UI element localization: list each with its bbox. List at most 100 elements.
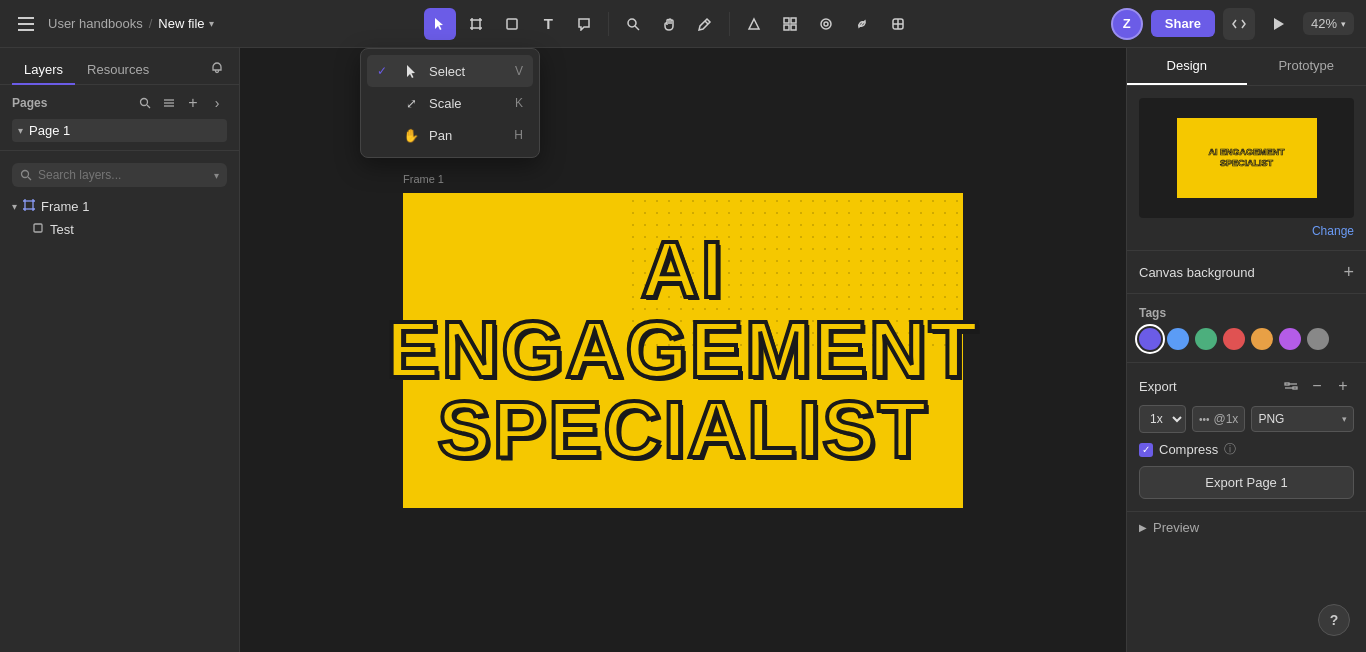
zoom-value: 42% — [1311, 16, 1337, 31]
preview-text-line1: AI ENGAGEMENT — [1208, 147, 1284, 158]
tab-design[interactable]: Design — [1127, 48, 1247, 85]
layer-test-label: Test — [50, 222, 74, 237]
tab-layers[interactable]: Layers — [12, 56, 75, 85]
list-view-btn[interactable] — [159, 93, 179, 113]
code-view-btn[interactable] — [1223, 8, 1255, 40]
canvas-frame[interactable]: AI ENGAGEMENT SPECIALIST — [403, 193, 963, 508]
zoom-control[interactable]: 42% ▾ — [1303, 12, 1354, 35]
pen-tool-btn[interactable] — [689, 8, 721, 40]
comment-tool-btn[interactable] — [568, 8, 600, 40]
notify-btn[interactable] — [207, 58, 227, 78]
layer-test[interactable]: Test — [0, 218, 239, 241]
rect-tool-btn[interactable] — [496, 8, 528, 40]
tags-section: Tags — [1127, 294, 1366, 363]
svg-marker-14 — [749, 19, 759, 29]
export-add-btn[interactable]: + — [1332, 375, 1354, 397]
compress-checkbox[interactable]: ✓ — [1139, 443, 1153, 457]
text-tool-btn[interactable]: T — [532, 8, 564, 40]
breadcrumb-current[interactable]: New file ▾ — [158, 16, 213, 31]
link-tool-btn[interactable] — [846, 8, 878, 40]
tag-color-violet[interactable] — [1279, 328, 1301, 350]
frame-icon — [23, 199, 35, 214]
tag-color-green[interactable] — [1195, 328, 1217, 350]
pan-label: Pan — [429, 128, 504, 143]
svg-line-26 — [147, 105, 150, 108]
file-name-label: New file — [158, 16, 204, 31]
breadcrumb-parent[interactable]: User handbooks — [48, 16, 143, 31]
export-format-chevron: ▾ — [1342, 414, 1347, 424]
left-panel-tabs: Layers Resources — [0, 48, 239, 85]
canvas-bg-add-btn[interactable]: + — [1343, 263, 1354, 281]
layer-frame1[interactable]: ▾ Frame 1 — [0, 195, 239, 218]
tag-color-blue[interactable] — [1167, 328, 1189, 350]
top-bar-right: Z Share 42% ▾ — [1099, 8, 1366, 40]
hand-tool-btn[interactable] — [653, 8, 685, 40]
check-icon: ✓ — [377, 64, 393, 78]
export-at-btn[interactable]: ••• @1x — [1192, 406, 1245, 432]
export-page-btn[interactable]: Export Page 1 — [1139, 466, 1354, 499]
canvas-preview: AI ENGAGEMENT SPECIALIST — [1139, 98, 1354, 218]
svg-point-30 — [22, 171, 29, 178]
svg-rect-41 — [34, 224, 42, 232]
help-button[interactable]: ? — [1318, 604, 1350, 636]
select-tool-btn[interactable] — [424, 8, 456, 40]
hamburger-menu[interactable] — [12, 10, 40, 38]
svg-rect-1 — [472, 20, 480, 28]
canvas-bg-header: Canvas background + — [1139, 263, 1354, 281]
component-icon — [32, 222, 44, 237]
export-header: Export − + — [1139, 375, 1354, 397]
compress-info-icon[interactable]: ⓘ — [1224, 441, 1236, 458]
pages-title: Pages — [12, 96, 47, 110]
dropdown-menu: ✓ Select V ⤢ Scale K ✋ Pan H — [360, 48, 540, 158]
toolbar-divider-1 — [608, 12, 609, 36]
export-controls: − + — [1280, 375, 1354, 397]
export-remove-btn[interactable]: − — [1306, 375, 1328, 397]
search-options-btn[interactable]: ▾ — [214, 170, 219, 181]
dropdown-item-pan[interactable]: ✋ Pan H — [367, 119, 533, 151]
shapes-tool-btn[interactable] — [738, 8, 770, 40]
right-panel-tabs: Design Prototype — [1127, 48, 1366, 86]
compress-label: Compress — [1159, 442, 1218, 457]
tag-color-purple[interactable] — [1139, 328, 1161, 350]
page-item-1[interactable]: ▾ Page 1 — [12, 119, 227, 142]
search-pages-btn[interactable] — [135, 93, 155, 113]
transform-tool-btn[interactable] — [774, 8, 806, 40]
mask-tool-btn[interactable] — [882, 8, 914, 40]
component-tool-btn[interactable] — [810, 8, 842, 40]
canvas-preview-section: AI ENGAGEMENT SPECIALIST Change — [1127, 86, 1366, 251]
export-scale-select[interactable]: 1x — [1139, 405, 1186, 433]
export-format-select[interactable]: PNG ▾ — [1251, 406, 1354, 432]
dropdown-item-scale[interactable]: ⤢ Scale K — [367, 87, 533, 119]
design-text-line2: SPECIALIST — [437, 390, 928, 470]
preview-toggle[interactable]: ▶ Preview — [1139, 520, 1354, 535]
svg-marker-0 — [435, 18, 443, 30]
pages-header: Pages + › — [12, 93, 227, 113]
tab-prototype[interactable]: Prototype — [1247, 48, 1367, 85]
canvas-bg-label: Canvas background — [1139, 265, 1255, 280]
zoom-tool-btn[interactable] — [617, 8, 649, 40]
tag-color-orange[interactable] — [1251, 328, 1273, 350]
preview-section: ▶ Preview — [1127, 512, 1366, 543]
scale-icon: ⤢ — [403, 95, 419, 111]
avatar: Z — [1111, 8, 1143, 40]
tab-resources[interactable]: Resources — [75, 56, 161, 85]
svg-point-11 — [628, 19, 636, 27]
change-btn[interactable]: Change — [1312, 224, 1354, 238]
add-page-btn[interactable]: + — [183, 93, 203, 113]
dropdown-item-select[interactable]: ✓ Select V — [367, 55, 533, 87]
left-panel: Layers Resources Pages — [0, 48, 240, 652]
export-settings-btn[interactable] — [1280, 375, 1302, 397]
search-layers-input[interactable] — [38, 168, 208, 182]
pages-section: Pages + › ▾ Page 1 — [0, 85, 239, 151]
present-btn[interactable] — [1263, 8, 1295, 40]
svg-rect-10 — [507, 19, 517, 29]
svg-rect-17 — [784, 25, 789, 30]
frame-tool-btn[interactable] — [460, 8, 492, 40]
svg-rect-44 — [1293, 387, 1297, 389]
tag-color-gray[interactable] — [1307, 328, 1329, 350]
share-button[interactable]: Share — [1151, 10, 1215, 37]
file-name-chevron-icon: ▾ — [209, 18, 214, 29]
tag-color-red[interactable] — [1223, 328, 1245, 350]
export-section: Export − + 1x ••• @1x PNG — [1127, 363, 1366, 512]
pages-more-btn[interactable]: › — [207, 93, 227, 113]
